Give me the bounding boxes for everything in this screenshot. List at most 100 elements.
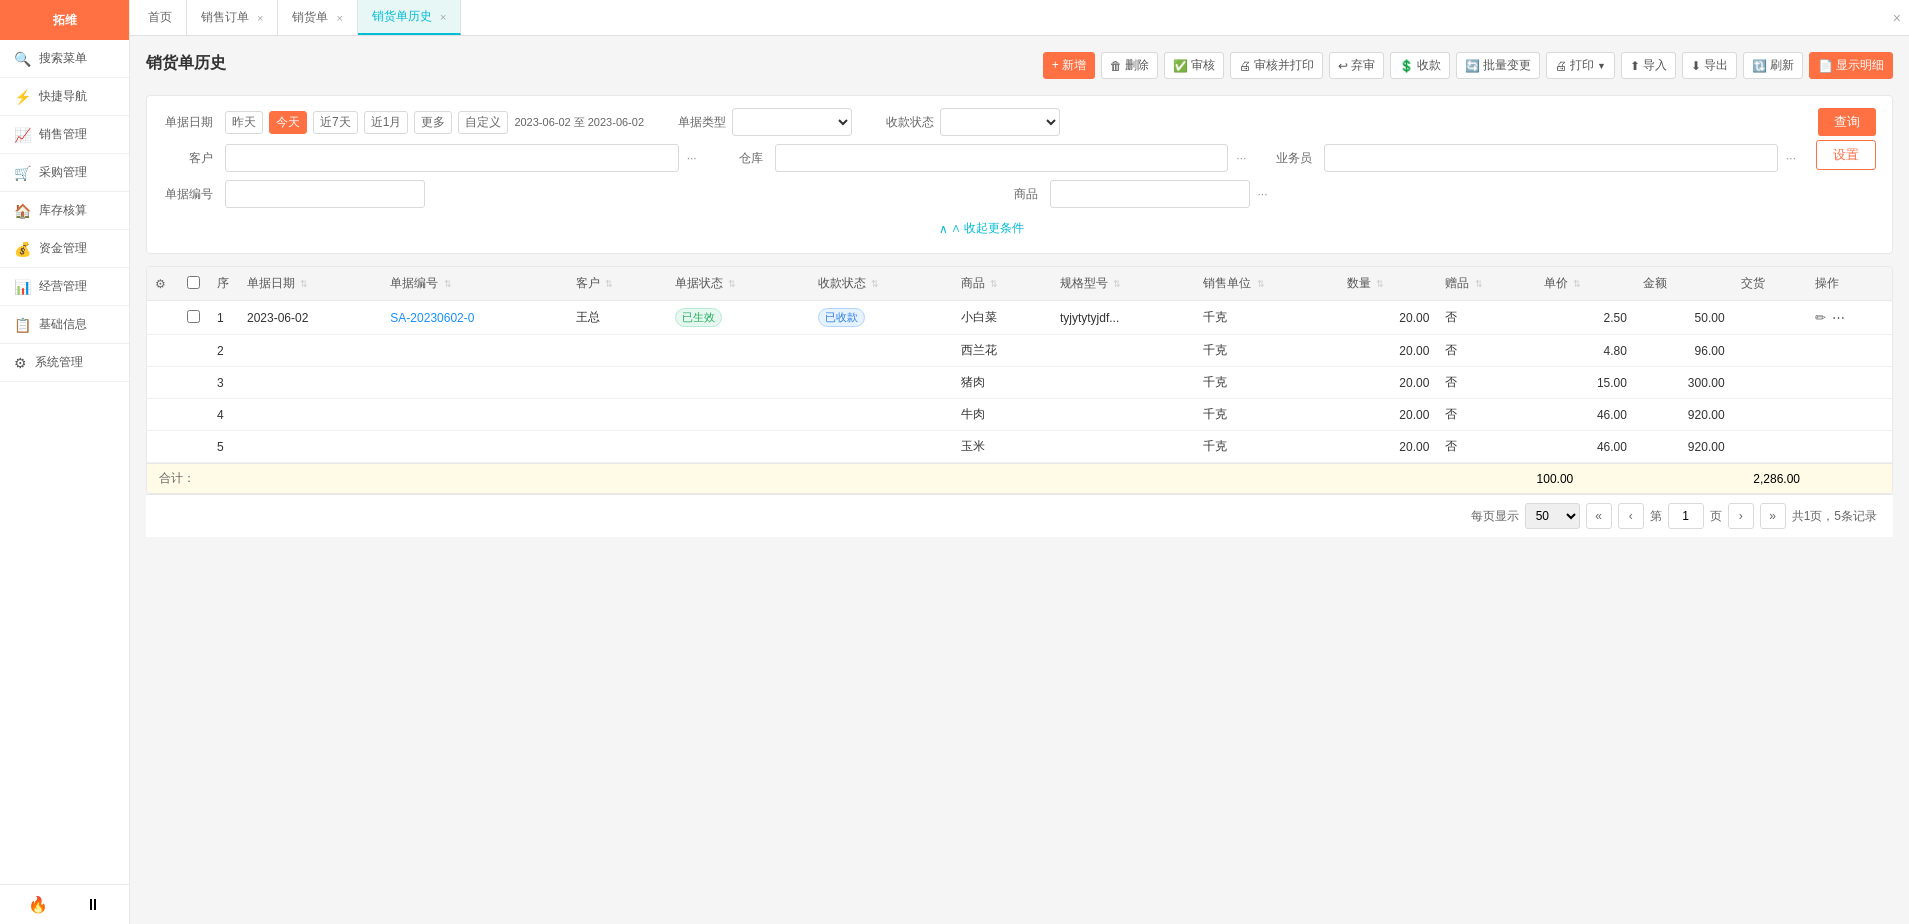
export-button[interactable]: ⬇ 导出 xyxy=(1682,52,1737,79)
set-button[interactable]: 设置 xyxy=(1816,140,1876,170)
doc-no-sort-icon[interactable]: ⇅ xyxy=(444,279,452,289)
next-page-btn[interactable]: › xyxy=(1728,503,1754,529)
sidebar-item-sales-mgmt[interactable]: 📈 销售管理 xyxy=(0,116,129,154)
tab-sales-goods-close[interactable]: × xyxy=(336,12,342,24)
unit-sort-icon[interactable]: ⇅ xyxy=(1257,279,1265,289)
row-qty: 20.00 xyxy=(1339,431,1438,463)
prev-page-btn[interactable]: ‹ xyxy=(1618,503,1644,529)
page-suffix: 页 xyxy=(1710,508,1722,525)
sidebar-item-finance[interactable]: 💰 资金管理 xyxy=(0,230,129,268)
price-sort-icon[interactable]: ⇅ xyxy=(1573,279,1581,289)
spec-sort-icon[interactable]: ⇅ xyxy=(1113,279,1121,289)
search-menu-icon: 🔍 xyxy=(14,51,31,67)
sidebar-item-search-menu[interactable]: 🔍 搜索菜单 xyxy=(0,40,129,78)
page-num-input[interactable] xyxy=(1668,503,1704,529)
sidebar-item-inventory[interactable]: 🏠 库存核算 xyxy=(0,192,129,230)
show-detail-button[interactable]: 📄 显示明细 xyxy=(1809,52,1893,79)
date-btn-more[interactable]: 更多 xyxy=(414,111,452,134)
product-dots[interactable]: ··· xyxy=(1254,185,1272,203)
refresh-button[interactable]: 🔃 刷新 xyxy=(1743,52,1803,79)
customer-input[interactable] xyxy=(225,144,679,172)
edit-icon[interactable]: ✏ xyxy=(1815,310,1826,325)
doc-type-select[interactable] xyxy=(732,108,852,136)
tab-sales-order-close[interactable]: × xyxy=(257,12,263,24)
row-unit: 千克 xyxy=(1195,431,1338,463)
customer-sort-icon[interactable]: ⇅ xyxy=(605,279,613,289)
tab-sales-history[interactable]: 销货单历史 × xyxy=(358,0,461,35)
product-input[interactable] xyxy=(1050,180,1250,208)
row-product: 西兰花 xyxy=(953,335,1052,367)
sidebar-item-basic-info[interactable]: 📋 基础信息 xyxy=(0,306,129,344)
payment-status-select[interactable] xyxy=(940,108,1060,136)
warehouse-dots[interactable]: ··· xyxy=(1232,149,1250,167)
date-range: 2023-06-02 至 2023-06-02 xyxy=(514,115,644,130)
date-label: 单据日期 xyxy=(163,114,213,131)
sidebar-item-ops[interactable]: 📊 经营管理 xyxy=(0,268,129,306)
date-btn-yesterday[interactable]: 昨天 xyxy=(225,111,263,134)
delete-button[interactable]: 🗑 删除 xyxy=(1101,52,1158,79)
first-page-btn[interactable]: « xyxy=(1586,503,1612,529)
table-body: 1 2023-06-02 SA-20230602-0 王总 已生效 已收款 小白… xyxy=(147,301,1892,463)
date-btn-7days[interactable]: 近7天 xyxy=(313,111,358,134)
warehouse-input[interactable] xyxy=(775,144,1229,172)
collect-button[interactable]: 💲 收款 xyxy=(1390,52,1450,79)
row-spec xyxy=(1052,431,1195,463)
sidebar-item-sys-mgmt[interactable]: ⚙ 系统管理 xyxy=(0,344,129,382)
abandon-button[interactable]: ↩ 弃审 xyxy=(1329,52,1384,79)
sidebar-item-quick-nav[interactable]: ⚡ 快捷导航 xyxy=(0,78,129,116)
tab-bar-close-all[interactable]: × xyxy=(1893,10,1901,26)
show-detail-icon: 📄 xyxy=(1818,59,1833,73)
filter-panel: 单据日期 昨天 今天 近7天 近1月 更多 自定义 2023-06-02 至 2… xyxy=(146,95,1893,254)
data-table-wrapper: ⚙ 序 单据日期 ⇅ 单据编号 ⇅ xyxy=(146,266,1893,494)
row-qty: 20.00 xyxy=(1339,301,1438,335)
row-doc-status xyxy=(667,335,810,367)
row-spec xyxy=(1052,367,1195,399)
last-page-btn[interactable]: » xyxy=(1760,503,1786,529)
date-btn-today[interactable]: 今天 xyxy=(269,111,307,134)
import-button[interactable]: ⬆ 导入 xyxy=(1621,52,1676,79)
bottom-pause-icon[interactable]: ⏸ xyxy=(85,896,101,914)
row-settings xyxy=(147,399,179,431)
salesperson-dots[interactable]: ··· xyxy=(1782,149,1800,167)
tab-home[interactable]: 首页 xyxy=(134,0,187,35)
audit-print-button[interactable]: 🖨 审核并打印 xyxy=(1230,52,1323,79)
collapse-button[interactable]: ∧ ∧ 收起更条件 xyxy=(163,216,1800,241)
row-price: 4.80 xyxy=(1536,335,1635,367)
salesperson-input[interactable] xyxy=(1324,144,1778,172)
doc-status-sort-icon[interactable]: ⇅ xyxy=(728,279,736,289)
tab-sales-history-close[interactable]: × xyxy=(440,11,446,23)
date-btn-1month[interactable]: 近1月 xyxy=(364,111,409,134)
tab-sales-order[interactable]: 销售订单 × xyxy=(187,0,278,35)
bottom-fire-icon[interactable]: 🔥 xyxy=(28,895,48,914)
row-amount: 920.00 xyxy=(1635,399,1733,431)
tab-sales-goods[interactable]: 销货单 × xyxy=(278,0,357,35)
settings-icon[interactable]: ⚙ xyxy=(155,277,166,291)
tab-sales-goods-label: 销货单 xyxy=(292,9,328,26)
gift-sort-icon[interactable]: ⇅ xyxy=(1475,279,1483,289)
footer-label: 合计： xyxy=(159,470,195,487)
sidebar-item-label: 搜索菜单 xyxy=(39,50,87,67)
th-doc-no-label: 单据编号 xyxy=(390,276,438,290)
row-select-checkbox[interactable] xyxy=(187,310,200,323)
row-doc-no xyxy=(382,399,567,431)
print-button[interactable]: 🖨 打印 ▼ xyxy=(1546,52,1615,79)
sidebar-item-purchase-mgmt[interactable]: 🛒 采购管理 xyxy=(0,154,129,192)
per-page-select[interactable]: 50 20 100 xyxy=(1525,503,1580,529)
date-sort-icon[interactable]: ⇅ xyxy=(300,279,308,289)
doc-no-link[interactable]: SA-20230602-0 xyxy=(390,311,474,325)
more-icon[interactable]: ⋯ xyxy=(1832,310,1845,325)
batch-change-button[interactable]: 🔄 批量变更 xyxy=(1456,52,1540,79)
payment-status-sort-icon[interactable]: ⇅ xyxy=(871,279,879,289)
select-all-checkbox[interactable] xyxy=(187,276,200,289)
customer-field: ··· xyxy=(225,144,701,172)
date-btn-custom[interactable]: 自定义 xyxy=(458,111,508,134)
audit-button[interactable]: ✅ 审核 xyxy=(1164,52,1224,79)
product-sort-icon[interactable]: ⇅ xyxy=(990,279,998,289)
row-qty: 20.00 xyxy=(1339,399,1438,431)
doc-no-label: 单据编号 xyxy=(163,186,213,203)
qty-sort-icon[interactable]: ⇅ xyxy=(1376,279,1384,289)
new-button[interactable]: + 新增 xyxy=(1043,52,1095,79)
query-button[interactable]: 查询 xyxy=(1818,108,1876,136)
customer-dots[interactable]: ··· xyxy=(683,149,701,167)
doc-no-input[interactable] xyxy=(225,180,425,208)
